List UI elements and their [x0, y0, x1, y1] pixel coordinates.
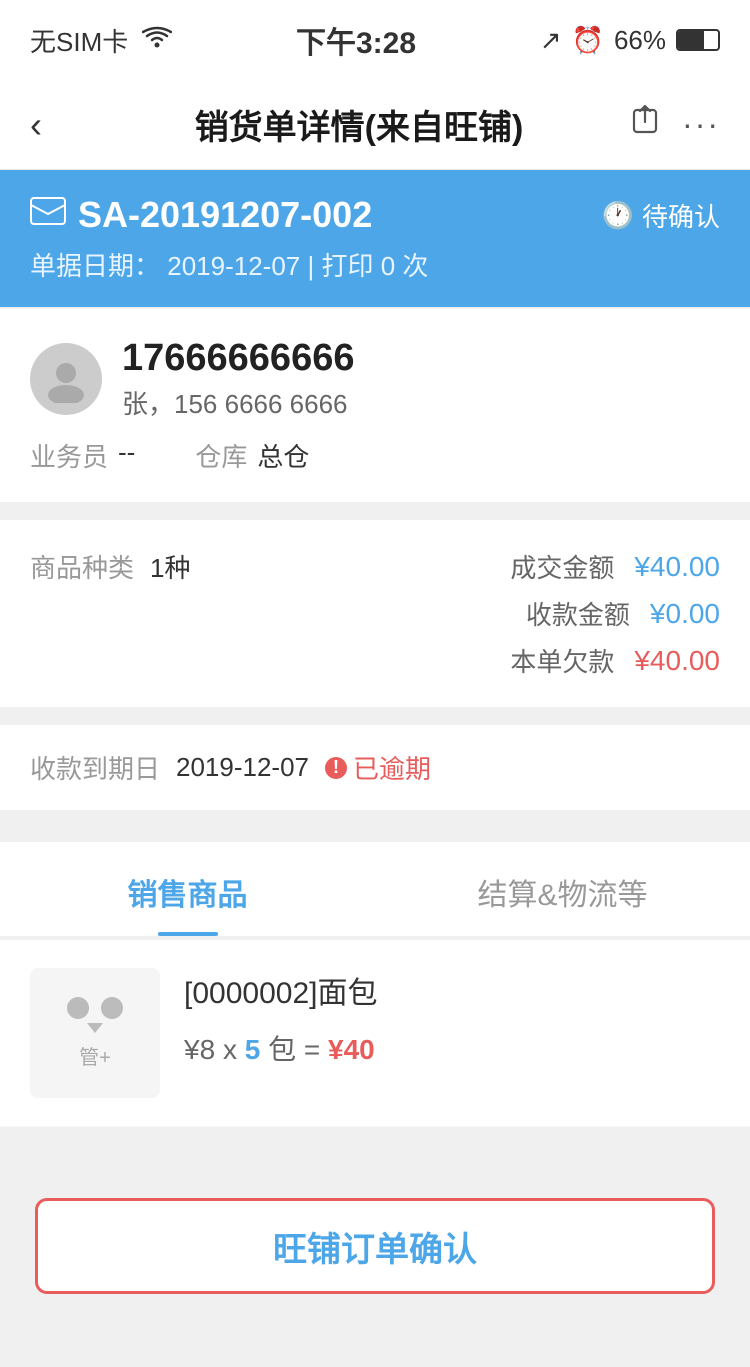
nav-actions: ···	[628, 104, 720, 146]
print-label: | 打印	[307, 251, 373, 281]
due-date-label: 收款到期日	[30, 749, 160, 786]
received-label: 收款金额	[526, 595, 630, 632]
owl-beak-icon	[87, 1023, 103, 1033]
transaction-value: ¥40.00	[634, 551, 720, 583]
overdue-badge: ! 已逾期	[325, 749, 431, 786]
price-equals: =	[304, 1034, 328, 1065]
warehouse-label: 仓库	[195, 437, 247, 474]
product-types-value: 1种	[150, 548, 190, 585]
order-header-top: SA-20191207-002 🕐 待确认	[30, 194, 720, 236]
order-id: SA-20191207-002	[30, 194, 372, 236]
owl-eye-left	[67, 997, 89, 1019]
product-thumbnail: 管+	[30, 968, 160, 1098]
due-date-card: 收款到期日 2019-12-07 ! 已逾期	[0, 725, 750, 810]
amounts-left: 商品种类 1种	[30, 548, 510, 585]
warehouse-value: 总仓	[257, 437, 309, 474]
customer-top: 17666666666 张，156 6666 6666	[30, 337, 720, 421]
total-value: ¥40	[328, 1034, 375, 1065]
tabs-container: 销售商品 结算&物流等	[0, 842, 750, 938]
product-list: 管+ [0000002]面包 ¥8 x 5 包 = ¥40	[0, 940, 750, 1127]
transaction-label: 成交金额	[510, 548, 614, 585]
order-status-text: 待确认	[642, 197, 720, 234]
amounts-right: 成交金额 ¥40.00 收款金额 ¥0.00 本单欠款 ¥40.00	[510, 548, 720, 679]
tab-products[interactable]: 销售商品	[0, 842, 375, 936]
thumb-label: 管+	[79, 1041, 111, 1070]
order-header-card: SA-20191207-002 🕐 待确认 单据日期： 2019-12-07 |…	[0, 170, 750, 307]
status-left: 无SIM卡	[30, 22, 172, 59]
carrier-label: 无SIM卡	[30, 22, 128, 59]
product-info: [0000002]面包 ¥8 x 5 包 = ¥40	[184, 968, 720, 1068]
print-count: 0	[381, 251, 395, 281]
order-date-line: 单据日期： 2019-12-07 | 打印 0 次	[30, 246, 720, 283]
price-multiply: x	[223, 1034, 245, 1065]
owl-eye-right	[101, 997, 123, 1019]
warehouse-item: 仓库 总仓	[195, 437, 309, 474]
more-icon[interactable]: ···	[682, 106, 720, 143]
alarm-icon: ⏰	[572, 25, 604, 56]
customer-phone: 17666666666	[122, 337, 354, 380]
status-right: ↗ ⏰ 66%	[540, 25, 720, 56]
due-amount-row: 本单欠款 ¥40.00	[510, 642, 720, 679]
due-date-value: 2019-12-07	[176, 752, 309, 783]
page-title: 销货单详情(来自旺铺)	[195, 100, 524, 149]
date-label: 单据日期：	[30, 251, 160, 281]
status-bar: 无SIM卡 下午3:28 ↗ ⏰ 66%	[0, 0, 750, 80]
customer-card: 17666666666 张，156 6666 6666 业务员 -- 仓库 总仓	[0, 309, 750, 502]
due-amount-label: 本单欠款	[510, 642, 614, 679]
order-date: 2019-12-07	[167, 251, 300, 281]
product-types: 商品种类 1种	[30, 548, 510, 585]
quantity-value: 5	[245, 1034, 261, 1065]
overdue-text: 已逾期	[353, 749, 431, 786]
salesperson-value: --	[118, 437, 135, 474]
wifi-icon	[142, 26, 172, 55]
product-types-label: 商品种类	[30, 548, 134, 585]
confirm-btn-wrap: 旺铺订单确认	[35, 1198, 715, 1294]
order-status: 🕐 待确认	[602, 197, 720, 234]
received-value: ¥0.00	[650, 598, 720, 630]
salesperson-item: 业务员 --	[30, 437, 135, 474]
customer-name: 张，156 6666 6666	[122, 384, 354, 421]
location-icon: ↗	[540, 25, 562, 56]
tab-settlement[interactable]: 结算&物流等	[375, 842, 750, 936]
order-icon	[30, 197, 66, 233]
salesperson-label: 业务员	[30, 437, 108, 474]
battery-icon	[676, 29, 720, 51]
print-suffix: 次	[402, 251, 428, 281]
due-amount-value: ¥40.00	[634, 645, 720, 677]
customer-info: 17666666666 张，156 6666 6666	[122, 337, 354, 421]
price-value: ¥8	[184, 1034, 215, 1065]
product-name: [0000002]面包	[184, 968, 720, 1012]
avatar	[30, 343, 102, 415]
status-clock-icon: 🕐	[602, 200, 634, 231]
transaction-amount-row: 成交金额 ¥40.00	[510, 548, 720, 585]
status-time: 下午3:28	[296, 18, 416, 62]
divider-2	[0, 707, 750, 723]
received-amount-row: 收款金额 ¥0.00	[526, 595, 720, 632]
divider-3	[0, 810, 750, 826]
overdue-icon: !	[325, 757, 347, 779]
order-id-text: SA-20191207-002	[78, 194, 372, 236]
confirm-order-button[interactable]: 旺铺订单确认	[35, 1198, 715, 1294]
divider-1	[0, 502, 750, 518]
nav-bar: ‹ 销货单详情(来自旺铺) ···	[0, 80, 750, 170]
amounts-card: 商品种类 1种 成交金额 ¥40.00 收款金额 ¥0.00 本单欠款 ¥40.…	[0, 520, 750, 707]
battery-percent: 66%	[614, 25, 666, 56]
back-button[interactable]: ‹	[30, 104, 90, 146]
share-icon[interactable]	[628, 104, 662, 146]
customer-meta: 业务员 -- 仓库 总仓	[30, 437, 720, 474]
unit-value: 包	[268, 1034, 296, 1065]
table-row: 管+ [0000002]面包 ¥8 x 5 包 = ¥40	[0, 940, 750, 1127]
product-price-line: ¥8 x 5 包 = ¥40	[184, 1028, 720, 1068]
